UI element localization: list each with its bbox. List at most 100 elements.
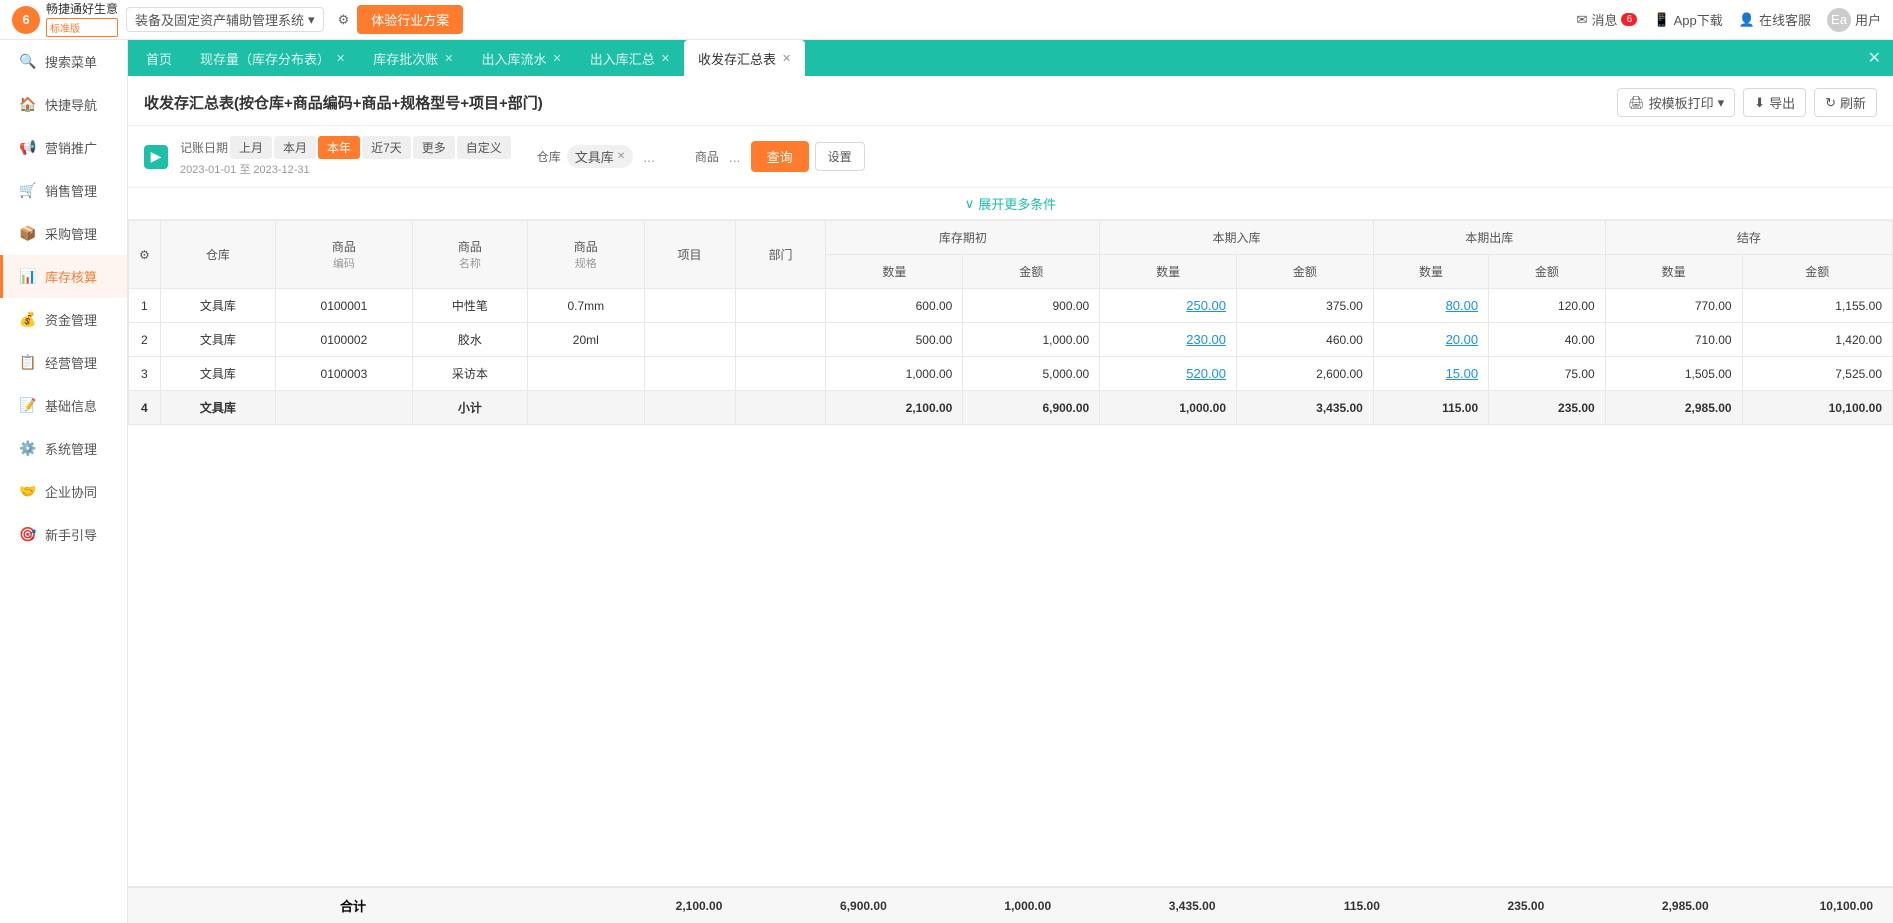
tab-inout-summary[interactable]: 出入库汇总 ✕ (576, 40, 684, 76)
tab-current-stock[interactable]: 现存量（库存分布表） ✕ (186, 40, 359, 76)
date-btn-custom[interactable]: 自定义 (457, 136, 511, 159)
logo-area: 6 畅捷通好生意 标准版 (12, 2, 118, 37)
cell-product-spec (528, 357, 645, 391)
settings-button[interactable]: 设置 (815, 142, 865, 171)
cell-out-amt: 75.00 (1489, 357, 1606, 391)
table-row: 3文具库0100003采访本1,000.005,000.00520.002,60… (129, 357, 1893, 391)
filter-group: 记账日期 上月 本月 本年 近7天 更多 自定义 2023-01-01 至 20… (180, 136, 865, 177)
export-button[interactable]: ⬇ 导出 (1743, 88, 1806, 117)
th-in-group: 本期入库 (1100, 221, 1374, 255)
page-content: 收发存汇总表(按仓库+商品编码+商品+规格型号+项目+部门) 🖨 按模板打印 ▾… (128, 76, 1893, 923)
sidebar-item-sales[interactable]: 🛒 销售管理 (0, 169, 127, 212)
service-icon: 👤 (1739, 12, 1755, 28)
experience-button[interactable]: 体验行业方案 (357, 5, 463, 34)
th-in-amt: 金额 (1237, 255, 1374, 289)
tab-inout-flow[interactable]: 出入库流水 ✕ (467, 40, 575, 76)
sidebar-item-purchase[interactable]: 📦 采购管理 (0, 212, 127, 255)
filter-toggle[interactable]: ▶ (144, 145, 168, 169)
user-label: 用户 (1855, 10, 1881, 29)
th-out-group: 本期出库 (1373, 221, 1605, 255)
sidebar-item-guide[interactable]: 🎯 新手引导 (0, 513, 127, 556)
date-btn-more[interactable]: 更多 (413, 136, 455, 159)
online-service-action[interactable]: 👤 在线客服 (1739, 10, 1811, 29)
warehouse-more-dots[interactable]: ... (639, 149, 659, 165)
cell-in-qty[interactable]: 250.00 (1100, 289, 1237, 323)
logo-text: 畅捷通好生意 (46, 2, 118, 18)
sidebar-item-quick-nav[interactable]: 🏠 快捷导航 (0, 83, 127, 126)
app-download-action[interactable]: 📱 App下载 (1653, 10, 1722, 29)
cell-product-name: 中性笔 (412, 289, 527, 323)
sidebar-item-system[interactable]: ⚙️ 系统管理 (0, 427, 127, 470)
cell-product-spec: 20ml (528, 323, 645, 357)
footer-balance-qty: 2,985.00 (1554, 899, 1718, 913)
main-layout: 🔍 搜索菜单 🏠 快捷导航 📢 营销推广 🛒 销售管理 📦 采购管理 📊 库存核… (0, 40, 1893, 923)
footer-in-amt: 3,435.00 (1061, 899, 1225, 913)
sidebar-item-cooperation[interactable]: 🤝 企业协同 (0, 470, 127, 513)
th-settings[interactable]: ⚙ (129, 221, 161, 289)
cell-product-code: 0100002 (275, 323, 412, 357)
settings-icon[interactable]: ⚙ (338, 12, 350, 28)
th-in-qty: 数量 (1100, 255, 1237, 289)
tab-inout-flow-label: 出入库流水 (481, 49, 546, 68)
cell-balance-amt: 10,100.00 (1742, 391, 1892, 425)
cell-in-qty[interactable]: 230.00 (1100, 323, 1237, 357)
sidebar-item-inventory[interactable]: 📊 库存核算 (0, 255, 127, 298)
marketing-icon: 📢 (19, 139, 37, 157)
tab-close-batch[interactable]: ✕ (444, 52, 453, 65)
cooperation-icon: 🤝 (19, 483, 37, 501)
warehouse-tag-close[interactable]: ✕ (617, 151, 625, 162)
chevron-down-icon: ▾ (308, 12, 315, 28)
cell-opening-qty: 600.00 (826, 289, 963, 323)
tab-close-receive-summary[interactable]: ✕ (782, 52, 791, 65)
message-action[interactable]: ✉ 消息 6 (1577, 10, 1638, 29)
refresh-label: 刷新 (1840, 93, 1866, 112)
tab-close-inout-summary[interactable]: ✕ (661, 52, 670, 65)
system-selector[interactable]: 装备及固定资产辅助管理系统 ▾ (126, 7, 324, 32)
sidebar-item-marketing[interactable]: 📢 营销推广 (0, 126, 127, 169)
cell-out-qty[interactable]: 20.00 (1373, 323, 1488, 357)
date-range-text: 2023-01-01 至 2023-12-31 (180, 161, 511, 177)
tab-batch[interactable]: 库存批次账 ✕ (359, 40, 467, 76)
user-action[interactable]: Ea 用户 (1827, 8, 1881, 32)
goods-more-dots[interactable]: ... (725, 149, 745, 165)
cell-product-spec: 0.7mm (528, 289, 645, 323)
cell-out-qty[interactable]: 80.00 (1373, 289, 1488, 323)
tab-bar-close-all[interactable]: ✕ (1860, 48, 1889, 68)
cell-project (644, 391, 735, 425)
date-btn-7days[interactable]: 近7天 (362, 136, 411, 159)
tab-inout-summary-label: 出入库汇总 (590, 49, 655, 68)
date-btn-this-year[interactable]: 本年 (318, 136, 360, 159)
print-button[interactable]: 🖨 按模板打印 ▾ (1617, 88, 1735, 117)
operations-icon: 📋 (19, 354, 37, 372)
date-btn-last-month[interactable]: 上月 (230, 136, 272, 159)
tab-receive-summary[interactable]: 收发存汇总表 ✕ (684, 40, 805, 76)
tab-close-current-stock[interactable]: ✕ (336, 52, 345, 65)
cell-out-qty[interactable]: 15.00 (1373, 357, 1488, 391)
cell-department (735, 323, 826, 357)
cell-balance-amt: 1,420.00 (1742, 323, 1892, 357)
cell-product-spec (528, 391, 645, 425)
expand-conditions-button[interactable]: ∨ 展开更多条件 (965, 194, 1057, 213)
guide-icon: 🎯 (19, 526, 37, 544)
sidebar-item-finance[interactable]: 💰 资金管理 (0, 298, 127, 341)
query-button[interactable]: 查询 (751, 141, 809, 172)
sidebar-item-operations[interactable]: 📋 经营管理 (0, 341, 127, 384)
cell-in-qty[interactable]: 520.00 (1100, 357, 1237, 391)
table-wrapper: ⚙ 仓库 商品编码 商品名称 商品规格 项目 部门 库存期初 本期入库 本期出库 (128, 220, 1893, 886)
cell-seq: 1 (129, 289, 161, 323)
th-out-amt: 金额 (1489, 255, 1606, 289)
footer-opening-amt: 6,900.00 (732, 899, 896, 913)
tab-home[interactable]: 首页 (132, 40, 186, 76)
tab-close-inout-flow[interactable]: ✕ (553, 52, 562, 65)
footer-values: 2,100.00 6,900.00 1,000.00 3,435.00 115.… (568, 899, 1883, 913)
date-btn-this-month[interactable]: 本月 (274, 136, 316, 159)
sidebar-item-base-info[interactable]: 📝 基础信息 (0, 384, 127, 427)
refresh-button[interactable]: ↻ 刷新 (1814, 88, 1877, 117)
logo-text-area: 畅捷通好生意 标准版 (46, 2, 118, 37)
sidebar-item-search[interactable]: 🔍 搜索菜单 (0, 40, 127, 83)
cell-product-name: 采访本 (412, 357, 527, 391)
app-download-label: App下载 (1674, 10, 1723, 29)
message-label: 消息 (1591, 10, 1617, 29)
tab-home-label: 首页 (146, 49, 172, 68)
page-actions: 🖨 按模板打印 ▾ ⬇ 导出 ↻ 刷新 (1617, 88, 1877, 117)
